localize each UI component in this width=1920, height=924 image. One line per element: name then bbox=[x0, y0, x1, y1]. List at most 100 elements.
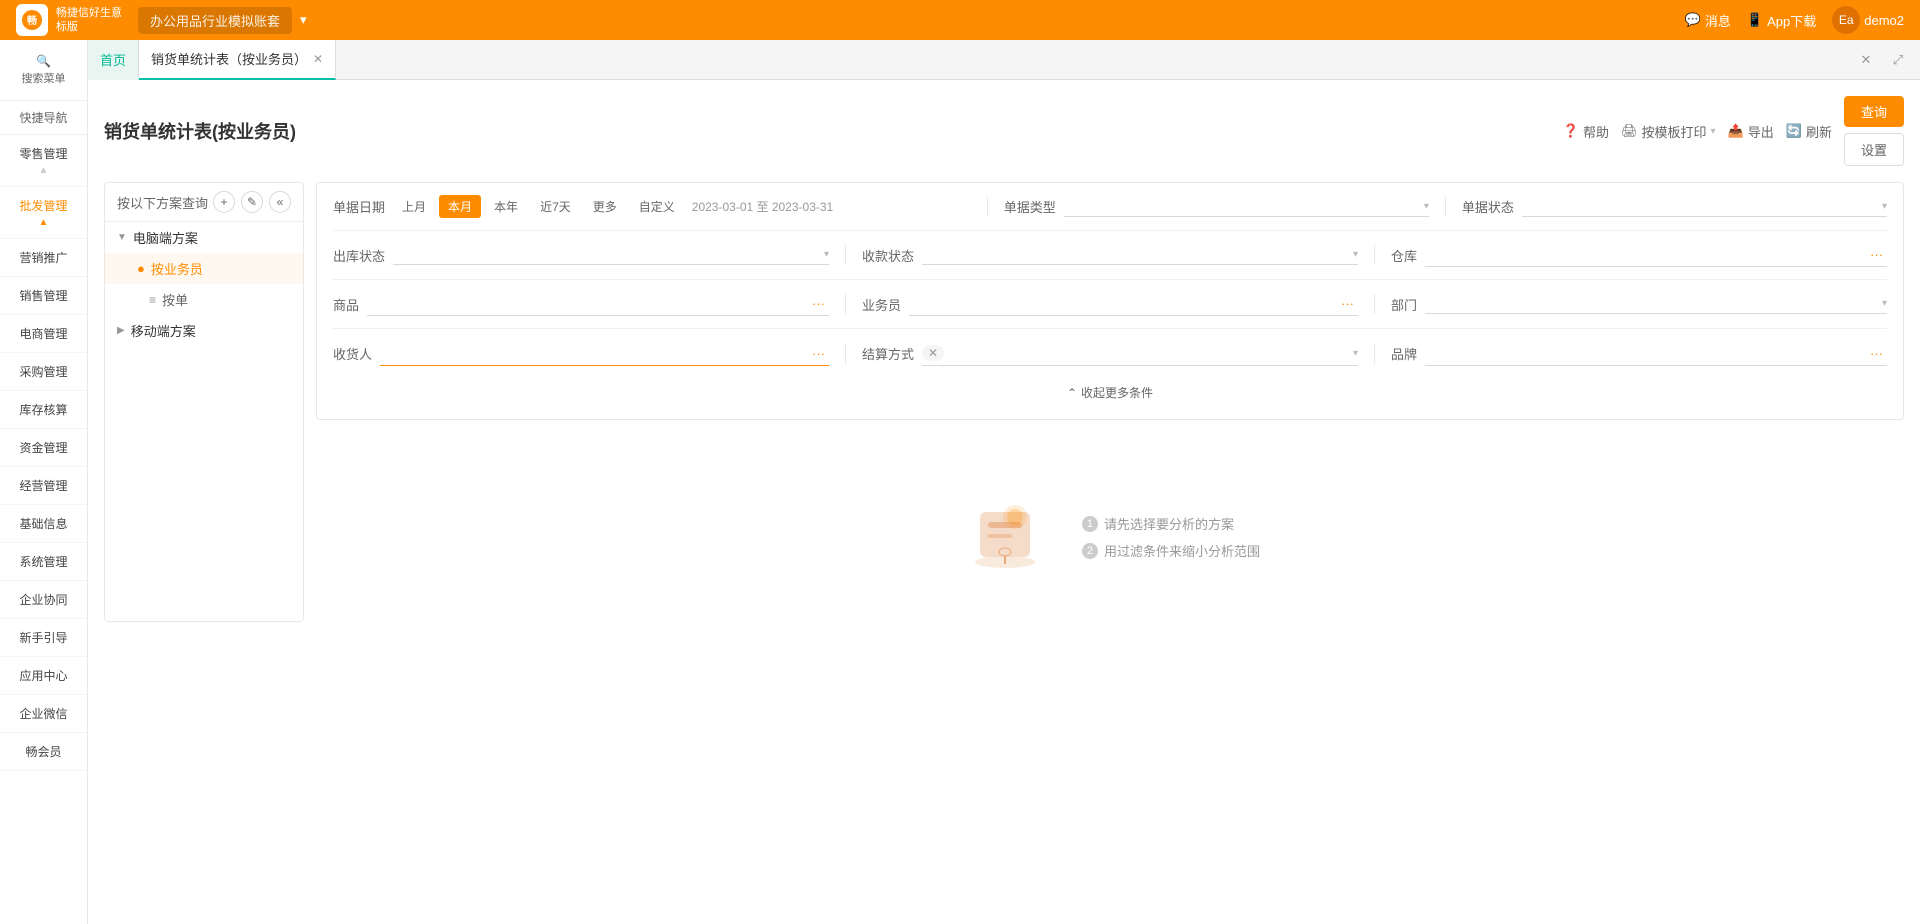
user-menu[interactable]: Ea demo2 bbox=[1832, 6, 1904, 34]
report-tab-label: 销货单统计表（按业务员） bbox=[151, 49, 307, 68]
consignee-ell[interactable]: ··· bbox=[808, 346, 829, 361]
brand-ell[interactable]: ··· bbox=[1866, 346, 1887, 361]
refresh-label: 刷新 bbox=[1806, 122, 1832, 141]
date-btn-this-month[interactable]: 本月 bbox=[439, 195, 481, 218]
sidebar-item-wechat[interactable]: 企业微信 bbox=[0, 695, 87, 733]
sidebar-item-wholesale[interactable]: 批发管理 ▲ bbox=[0, 187, 87, 239]
sidebar-item-appstore[interactable]: 应用中心 bbox=[0, 657, 87, 695]
sidebar-item-finance[interactable]: 资金管理 bbox=[0, 429, 87, 467]
sidebar-item-retail[interactable]: 零售管理 ▲ bbox=[0, 135, 87, 187]
tab-close-btn[interactable]: ✕ bbox=[313, 52, 323, 66]
out-status-arrow: ▾ bbox=[824, 249, 829, 260]
empty-tips: 1 请先选择要分析的方案 2 用过滤条件来缩小分析范围 bbox=[1082, 514, 1260, 560]
page-title: 销货单统计表(按业务员) bbox=[104, 118, 296, 144]
salesman-ell[interactable]: ··· bbox=[1337, 296, 1358, 311]
tab-home[interactable]: 首页 bbox=[88, 40, 139, 80]
divider bbox=[845, 245, 846, 265]
sidebar-item-marketing[interactable]: 营销推广 bbox=[0, 239, 87, 277]
date-btn-this-year[interactable]: 本年 bbox=[485, 195, 527, 218]
date-btn-7days[interactable]: 近7天 bbox=[531, 195, 580, 218]
export-btn[interactable]: 📤 导出 bbox=[1728, 122, 1774, 141]
date-btn-more[interactable]: 更多 bbox=[584, 195, 626, 218]
tab-report[interactable]: 销货单统计表（按业务员） ✕ bbox=[139, 40, 336, 80]
avatar: Ea bbox=[1832, 6, 1860, 34]
chevron-icon: ▲ bbox=[39, 217, 49, 228]
settlement-clear-btn[interactable]: ✕ bbox=[922, 345, 944, 361]
active-scheme-icon: ● bbox=[137, 261, 145, 276]
download-icon: 📱 bbox=[1747, 12, 1763, 28]
sidebar-item-basic[interactable]: 基础信息 bbox=[0, 505, 87, 543]
tree-by-order[interactable]: ≡ 按单 bbox=[105, 284, 303, 315]
app-download-btn[interactable]: 📱 App下载 bbox=[1747, 11, 1816, 30]
goods-select[interactable]: ··· bbox=[367, 292, 829, 316]
date-range: 2023-03-01 至 2023-03-31 bbox=[692, 198, 833, 215]
svg-text:畅: 畅 bbox=[27, 14, 37, 27]
tree-desktop-scheme[interactable]: ▼ 电脑端方案 bbox=[105, 222, 303, 253]
sidebar-item-system[interactable]: 系统管理 bbox=[0, 543, 87, 581]
date-btn-last-month[interactable]: 上月 bbox=[393, 195, 435, 218]
logo-text: 畅捷信好生意 标版 bbox=[56, 6, 122, 35]
out-status-select[interactable]: ▾ bbox=[393, 245, 829, 265]
window-maximize-btn[interactable]: ⤢ bbox=[1884, 46, 1912, 74]
tree-mobile-scheme[interactable]: ▶ 移动端方案 bbox=[105, 315, 303, 346]
sidebar-item-inventory[interactable]: 库存核算 bbox=[0, 391, 87, 429]
left-panel-header-label: 按以下方案查询 bbox=[117, 193, 208, 212]
doc-status-arrow: ▾ bbox=[1882, 201, 1887, 212]
app-name[interactable]: 办公用品行业模拟账套 bbox=[138, 7, 292, 34]
sidebar-item-newbie[interactable]: 新手引导 bbox=[0, 619, 87, 657]
by-salesman-label: 按业务员 bbox=[151, 259, 203, 278]
goods-ell[interactable]: ··· bbox=[808, 296, 829, 311]
settings-btn[interactable]: 设置 bbox=[1844, 133, 1904, 166]
receipt-status-label: 收款状态 bbox=[862, 246, 914, 265]
edit-scheme-btn[interactable]: ✎ bbox=[241, 191, 263, 213]
consignee-select[interactable]: ··· bbox=[380, 342, 829, 366]
salesman-select[interactable]: ··· bbox=[909, 292, 1358, 316]
sidebar-item-ecommerce[interactable]: 电商管理 bbox=[0, 315, 87, 353]
department-arrow: ▾ bbox=[1882, 298, 1887, 309]
warehouse-label: 仓库 bbox=[1391, 246, 1417, 265]
receipt-status-select[interactable]: ▾ bbox=[922, 245, 1358, 265]
sidebar-item-label: 批发管理 bbox=[4, 197, 83, 214]
brand-label: 品牌 bbox=[1391, 344, 1417, 363]
add-scheme-btn[interactable]: + bbox=[213, 191, 235, 213]
search-menu-btn[interactable]: 🔍 搜索菜单 bbox=[0, 40, 87, 101]
department-select[interactable]: ▾ bbox=[1425, 294, 1887, 314]
doc-type-select[interactable]: ▾ bbox=[1064, 197, 1429, 217]
settlement-select[interactable]: ✕ ▾ bbox=[922, 341, 1358, 366]
message-btn[interactable]: 💬 消息 bbox=[1685, 11, 1731, 30]
sidebar-item-enterprise[interactable]: 企业协同 bbox=[0, 581, 87, 619]
window-close-btn[interactable]: ✕ bbox=[1852, 46, 1880, 74]
doc-status-select[interactable]: ▾ bbox=[1522, 197, 1887, 217]
empty-tip2: 用过滤条件来缩小分析范围 bbox=[1104, 541, 1260, 560]
quick-nav-btn[interactable]: 快捷导航 bbox=[0, 101, 87, 135]
collapse-panel-btn[interactable]: « bbox=[269, 191, 291, 213]
sidebar-item-member[interactable]: 畅会员 bbox=[0, 733, 87, 771]
warehouse-select[interactable]: ··· bbox=[1425, 243, 1887, 267]
date-filter: 上月 本月 本年 近7天 更多 自定义 2023-03-01 至 2023-03… bbox=[393, 195, 833, 218]
tip1-num: 1 bbox=[1082, 516, 1098, 532]
date-btn-custom[interactable]: 自定义 bbox=[630, 195, 684, 218]
tree-by-salesman[interactable]: ● 按业务员 bbox=[105, 253, 303, 284]
print-btn[interactable]: 🖨 按模板打印 ▾ bbox=[1621, 122, 1716, 141]
divider bbox=[845, 344, 846, 364]
collapse-filter-btn[interactable]: ⌃ 收起更多条件 bbox=[333, 378, 1887, 407]
consignee-label: 收货人 bbox=[333, 344, 372, 363]
sidebar-item-purchase[interactable]: 采购管理 bbox=[0, 353, 87, 391]
refresh-btn[interactable]: 🔄 刷新 bbox=[1786, 122, 1832, 141]
app-dropdown-icon[interactable]: ▾ bbox=[300, 12, 307, 28]
message-label: 消息 bbox=[1705, 11, 1731, 30]
divider bbox=[1445, 197, 1446, 217]
collapse-icon: ⌃ bbox=[1067, 386, 1077, 400]
help-icon: ❓ bbox=[1563, 123, 1579, 139]
doc-type-label: 单据类型 bbox=[1004, 197, 1056, 216]
sidebar-item-operation[interactable]: 经营管理 bbox=[0, 467, 87, 505]
chevron-icon: ▲ bbox=[39, 165, 49, 176]
divider bbox=[1374, 294, 1375, 314]
help-btn[interactable]: ❓ 帮助 bbox=[1563, 122, 1609, 141]
brand-select[interactable]: ··· bbox=[1425, 342, 1887, 366]
warehouse-ell[interactable]: ··· bbox=[1866, 247, 1887, 262]
desktop-scheme-label: 电脑端方案 bbox=[133, 228, 198, 247]
receipt-status-arrow: ▾ bbox=[1353, 249, 1358, 260]
sidebar-item-sales[interactable]: 销售管理 bbox=[0, 277, 87, 315]
query-btn[interactable]: 查询 bbox=[1844, 96, 1904, 127]
